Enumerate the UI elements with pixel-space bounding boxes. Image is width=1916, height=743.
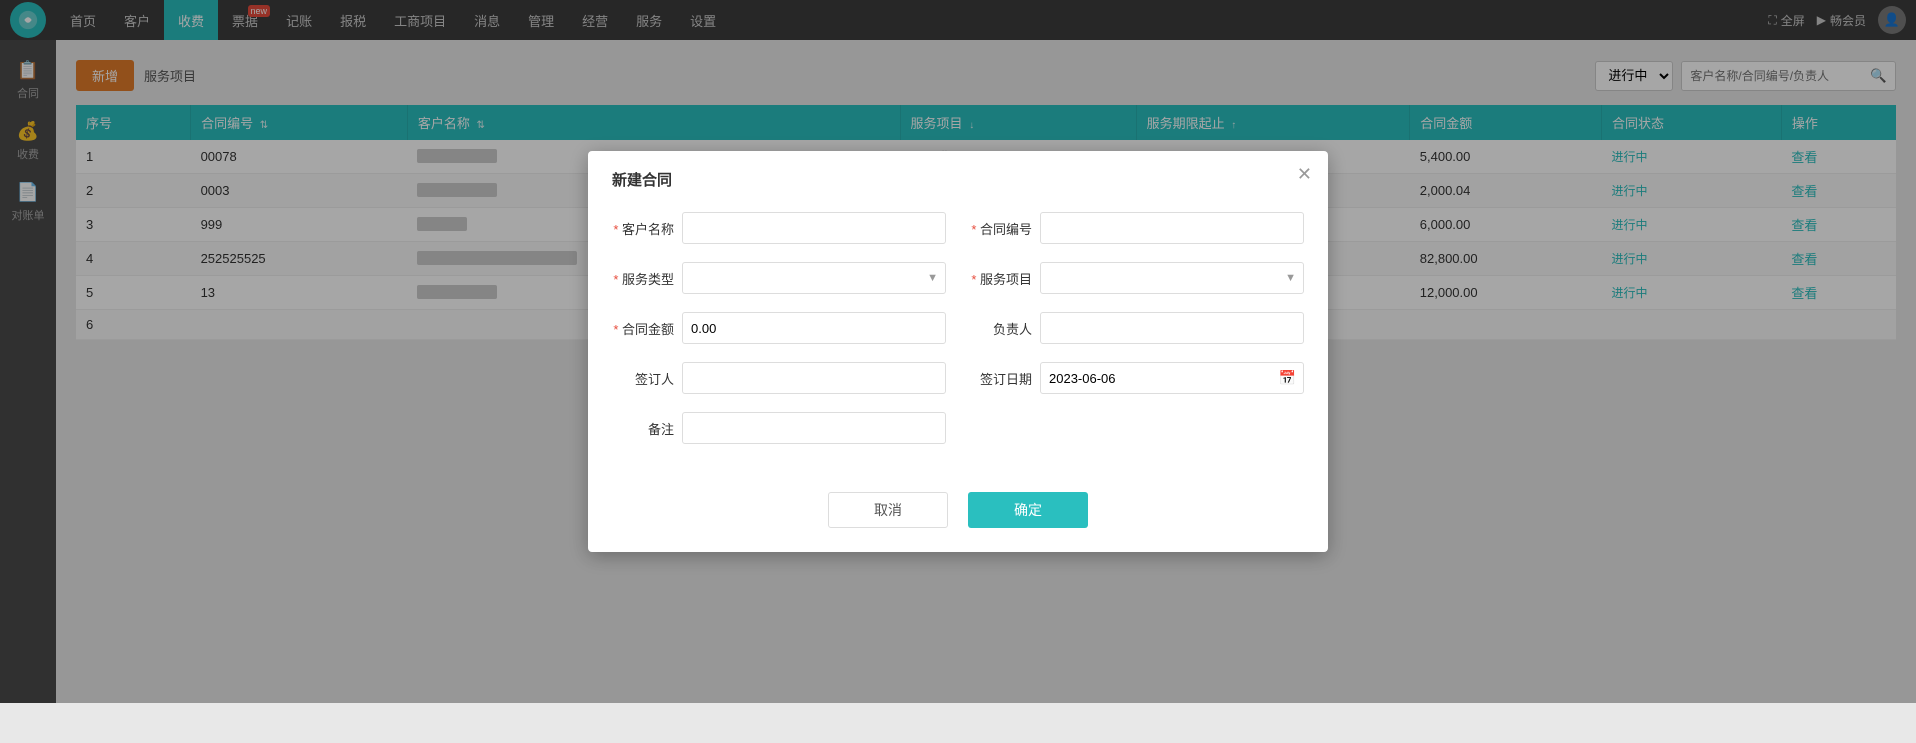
modal-overlay: 新建合同 ✕ 客户名称 合同编号 服务类型	[0, 0, 1916, 703]
remarks-input[interactable]	[682, 412, 946, 444]
form-row-3: 合同金额 负责人	[612, 312, 1304, 344]
service-item-select[interactable]	[1040, 262, 1304, 294]
modal-close-button[interactable]: ✕	[1297, 165, 1312, 183]
service-item-select-wrapper: ▼	[1040, 262, 1304, 294]
sign-person-label: 签订人	[612, 369, 682, 388]
remarks-label: 备注	[612, 419, 682, 438]
form-group-remarks: 备注	[612, 412, 946, 444]
customer-name-input[interactable]	[682, 212, 946, 244]
customer-name-label: 客户名称	[612, 219, 682, 238]
new-contract-modal: 新建合同 ✕ 客户名称 合同编号 服务类型	[588, 151, 1328, 552]
amount-label: 合同金额	[612, 319, 682, 338]
modal-footer: 取消 确定	[588, 482, 1328, 552]
sign-date-input[interactable]	[1040, 362, 1304, 394]
amount-input[interactable]	[682, 312, 946, 344]
responsible-input[interactable]	[1040, 312, 1304, 344]
sign-person-input[interactable]	[682, 362, 946, 394]
contract-no-input[interactable]	[1040, 212, 1304, 244]
form-row-4: 签订人 签订日期 📅	[612, 362, 1304, 394]
form-group-customer-name: 客户名称	[612, 212, 946, 244]
modal-body: 客户名称 合同编号 服务类型 ▼	[588, 202, 1328, 482]
cancel-button[interactable]: 取消	[828, 492, 948, 528]
contract-no-label: 合同编号	[970, 219, 1040, 238]
service-type-select[interactable]	[682, 262, 946, 294]
form-row-2: 服务类型 ▼ 服务项目 ▼	[612, 262, 1304, 294]
form-row-5: 备注	[612, 412, 1304, 444]
form-group-responsible: 负责人	[970, 312, 1304, 344]
form-group-sign-person: 签订人	[612, 362, 946, 394]
confirm-button[interactable]: 确定	[968, 492, 1088, 528]
sign-date-label: 签订日期	[970, 369, 1040, 388]
form-group-amount: 合同金额	[612, 312, 946, 344]
form-group-contract-no: 合同编号	[970, 212, 1304, 244]
form-row-1: 客户名称 合同编号	[612, 212, 1304, 244]
form-group-service-type: 服务类型 ▼	[612, 262, 946, 294]
modal-title: 新建合同	[588, 151, 1328, 202]
responsible-label: 负责人	[970, 319, 1040, 338]
sign-date-wrapper: 📅	[1040, 362, 1304, 394]
form-group-sign-date: 签订日期 📅	[970, 362, 1304, 394]
service-type-select-wrapper: ▼	[682, 262, 946, 294]
form-group-service-item: 服务项目 ▼	[970, 262, 1304, 294]
service-item-label: 服务项目	[970, 269, 1040, 288]
service-type-label: 服务类型	[612, 269, 682, 288]
